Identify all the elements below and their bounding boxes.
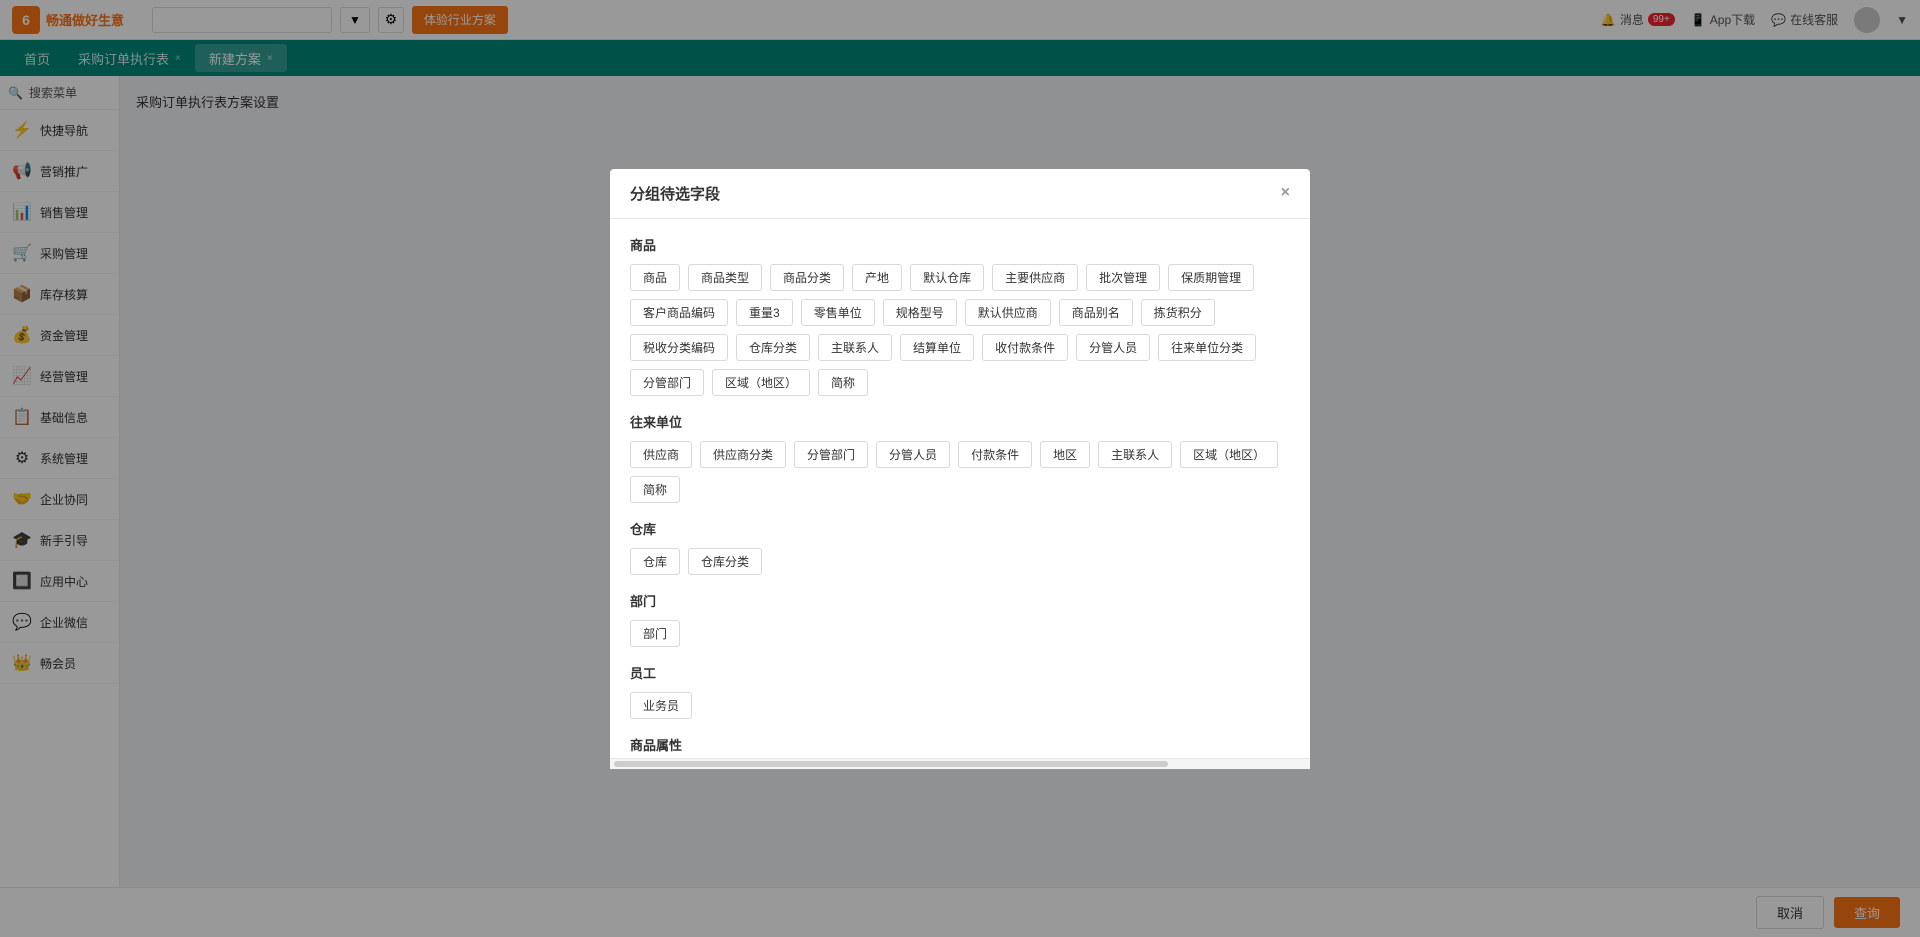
field-tag[interactable]: 区域（地区） [712, 369, 810, 396]
section-employee: 员工 业务员 [630, 663, 1290, 719]
field-tag[interactable]: 商品分类 [770, 264, 844, 291]
field-tag[interactable]: 默认仓库 [910, 264, 984, 291]
field-tag[interactable]: 付款条件 [958, 441, 1032, 468]
field-tag[interactable]: 往来单位分类 [1158, 334, 1256, 361]
modal-header: 分组待选字段 × [610, 169, 1310, 219]
field-tag[interactable]: 简称 [818, 369, 868, 396]
field-tag[interactable]: 区域（地区） [1180, 441, 1278, 468]
field-tag[interactable]: 分管人员 [876, 441, 950, 468]
section-goods: 商品 商品商品类型商品分类产地默认仓库主要供应商批次管理保质期管理客户商品编码重… [630, 235, 1290, 396]
modal-close-button[interactable]: × [1281, 184, 1290, 202]
field-tag[interactable]: 规格型号 [883, 299, 957, 326]
field-tag[interactable]: 收付款条件 [982, 334, 1068, 361]
field-tag[interactable]: 默认供应商 [965, 299, 1051, 326]
section-goods-title: 商品 [630, 235, 1290, 254]
field-tag[interactable]: 仓库 [630, 548, 680, 575]
field-tag[interactable]: 分管部门 [630, 369, 704, 396]
field-tag[interactable]: 分管部门 [794, 441, 868, 468]
section-warehouse-title: 仓库 [630, 519, 1290, 538]
field-tag[interactable]: 地区 [1040, 441, 1090, 468]
section-warehouse: 仓库 仓库仓库分类 [630, 519, 1290, 575]
field-tag[interactable]: 拣货积分 [1141, 299, 1215, 326]
field-selection-modal: 分组待选字段 × 商品 商品商品类型商品分类产地默认仓库主要供应商批次管理保质期… [610, 169, 1310, 769]
field-tag[interactable]: 简称 [630, 476, 680, 503]
section-partners: 往来单位 供应商供应商分类分管部门分管人员付款条件地区主联系人区域（地区） 简称 [630, 412, 1290, 503]
field-tag[interactable]: 供应商分类 [700, 441, 786, 468]
field-tag[interactable]: 业务员 [630, 692, 692, 719]
department-field-tags: 部门 [630, 620, 1290, 647]
section-partners-title: 往来单位 [630, 412, 1290, 431]
field-tag[interactable]: 批次管理 [1086, 264, 1160, 291]
field-tag[interactable]: 分管人员 [1076, 334, 1150, 361]
scrollbar-thumb [614, 761, 1168, 767]
modal-title: 分组待选字段 [630, 183, 720, 204]
modal-horizontal-scrollbar[interactable] [610, 758, 1310, 768]
field-tag[interactable]: 商品类型 [688, 264, 762, 291]
field-tag[interactable]: 保质期管理 [1168, 264, 1254, 291]
field-tag[interactable]: 产地 [852, 264, 902, 291]
modal-body: 商品 商品商品类型商品分类产地默认仓库主要供应商批次管理保质期管理客户商品编码重… [610, 219, 1310, 759]
field-tag[interactable]: 重量3 [736, 299, 793, 326]
section-department: 部门 部门 [630, 591, 1290, 647]
section-product-attr-title: 商品属性 [630, 735, 1290, 754]
warehouse-field-tags: 仓库仓库分类 [630, 548, 1290, 575]
field-tag[interactable]: 客户商品编码 [630, 299, 728, 326]
field-tag[interactable]: 主联系人 [818, 334, 892, 361]
field-tag[interactable]: 零售单位 [801, 299, 875, 326]
section-department-title: 部门 [630, 591, 1290, 610]
field-tag[interactable]: 商品别名 [1059, 299, 1133, 326]
field-tag[interactable]: 仓库分类 [688, 548, 762, 575]
field-tag[interactable]: 部门 [630, 620, 680, 647]
field-tag[interactable]: 税收分类编码 [630, 334, 728, 361]
field-tag[interactable]: 商品 [630, 264, 680, 291]
goods-field-tags: 商品商品类型商品分类产地默认仓库主要供应商批次管理保质期管理客户商品编码重量3 零… [630, 264, 1290, 396]
field-tag[interactable]: 结算单位 [900, 334, 974, 361]
field-tag[interactable]: 主联系人 [1098, 441, 1172, 468]
section-employee-title: 员工 [630, 663, 1290, 682]
employee-field-tags: 业务员 [630, 692, 1290, 719]
field-tag[interactable]: 供应商 [630, 441, 692, 468]
field-tag[interactable]: 仓库分类 [736, 334, 810, 361]
modal-overlay: 分组待选字段 × 商品 商品商品类型商品分类产地默认仓库主要供应商批次管理保质期… [0, 0, 1920, 937]
field-tag[interactable]: 主要供应商 [992, 264, 1078, 291]
partners-field-tags: 供应商供应商分类分管部门分管人员付款条件地区主联系人区域（地区） 简称 [630, 441, 1290, 503]
section-product-attr: 商品属性 属性颜色多规格尺码鞋码1 [630, 735, 1290, 759]
